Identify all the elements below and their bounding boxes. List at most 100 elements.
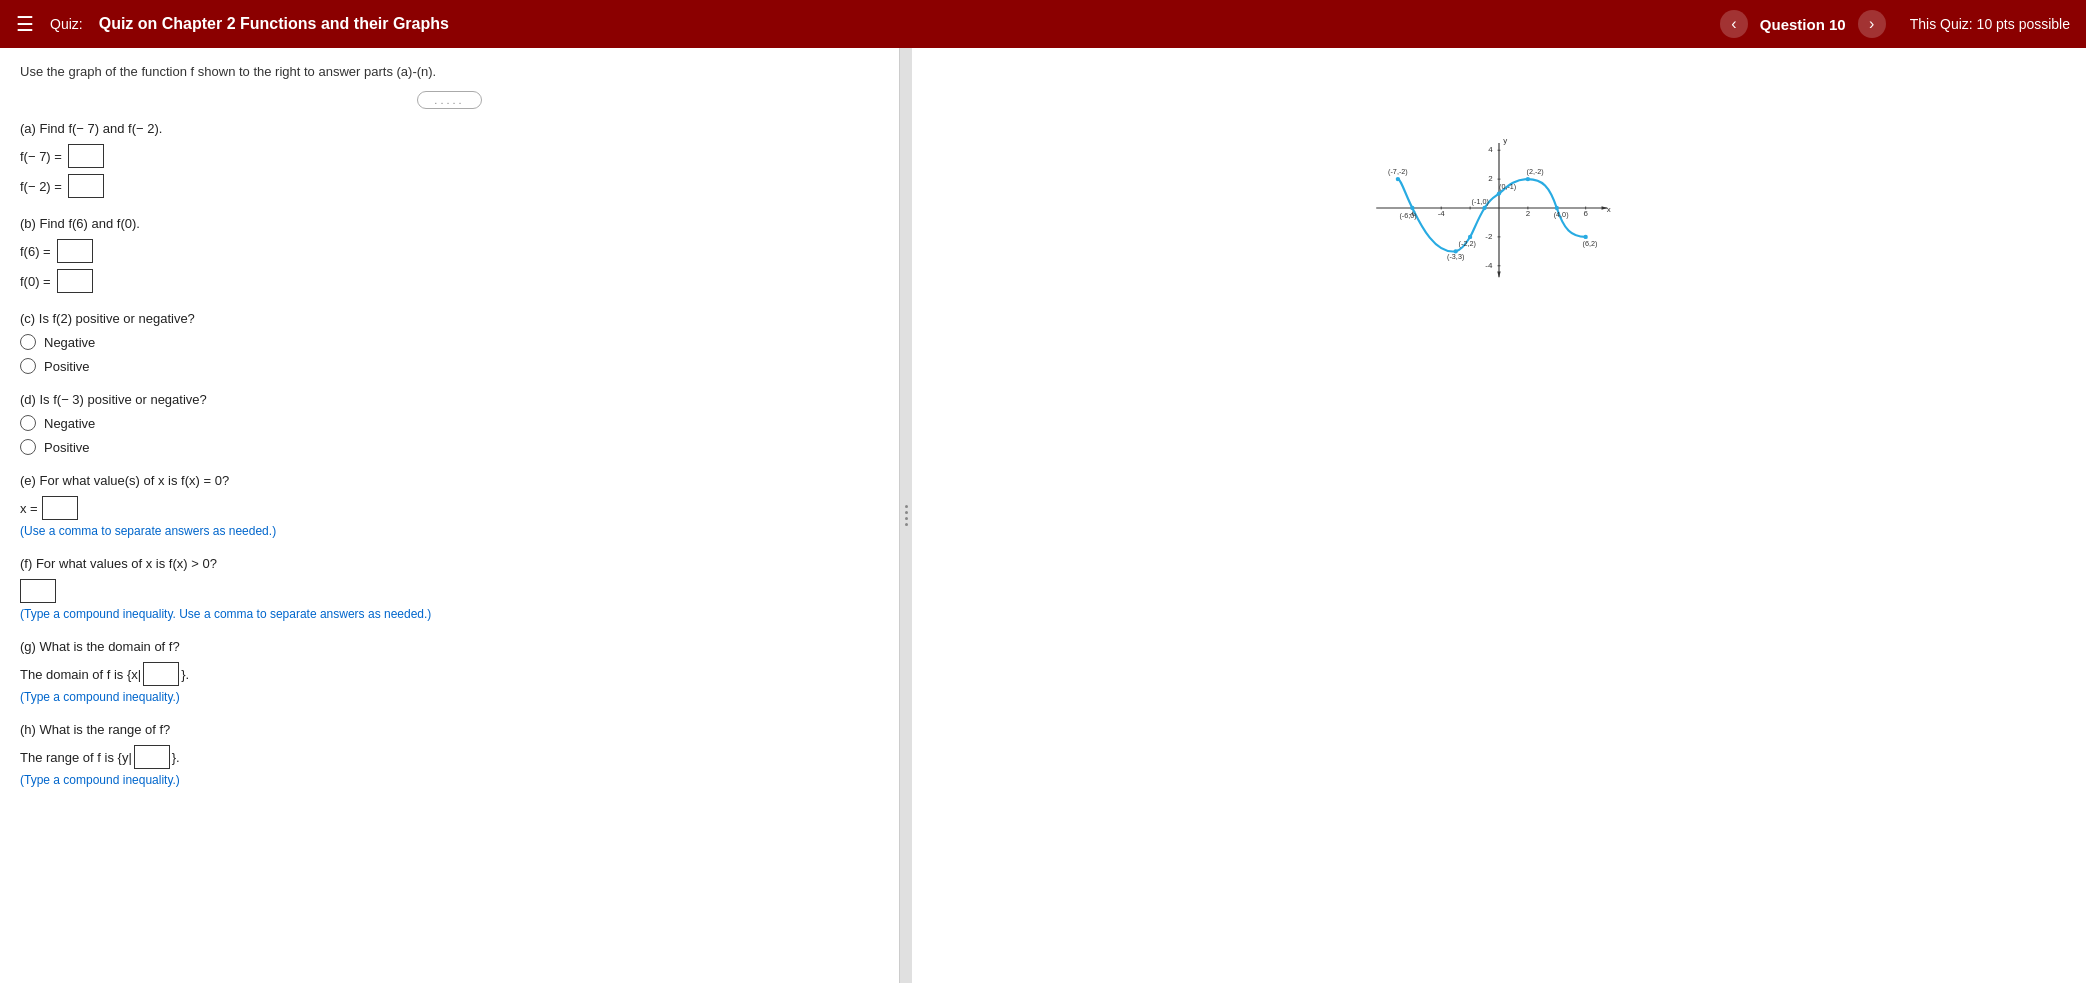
svg-text:(6,2): (6,2): [1583, 239, 1598, 248]
svg-text:(0,-1): (0,-1): [1499, 182, 1516, 191]
svg-text:(2,-2): (2,-2): [1526, 167, 1543, 176]
section-a-f-7-label: f(− 7) =: [20, 149, 62, 164]
section-h-hint: (Type a compound inequality.): [20, 773, 879, 787]
graph-container: -6 -4 2 6 x y 2 4 -2 -4: [1369, 68, 1629, 348]
quiz-title: Quiz on Chapter 2 Functions and their Gr…: [99, 15, 449, 33]
prev-question-button[interactable]: ‹: [1720, 10, 1748, 38]
quiz-label: Quiz:: [50, 16, 83, 32]
section-h-prefix: The range of f is {y|: [20, 750, 132, 765]
svg-point-28: [1482, 206, 1486, 210]
section-h-label: (h) What is the range of f?: [20, 722, 879, 737]
section-a-row2: f(− 2) =: [20, 174, 879, 198]
instructions-text: Use the graph of the function f shown to…: [20, 64, 879, 79]
next-question-button[interactable]: ›: [1858, 10, 1886, 38]
section-b-row1: f(6) =: [20, 239, 879, 263]
section-d-positive-label: Positive: [44, 440, 90, 455]
section-b: (b) Find f(6) and f(0). f(6) = f(0) =: [20, 216, 879, 293]
section-h-notation: The range of f is {y| }.: [20, 745, 879, 769]
header-nav: ‹ Question 10 › This Quiz: 10 pts possib…: [1720, 10, 2070, 38]
section-e-input-row: x =: [20, 496, 879, 520]
section-a-row1: f(− 7) =: [20, 144, 879, 168]
section-f-hint: (Type a compound inequality. Use a comma…: [20, 607, 879, 621]
section-d-radio-negative[interactable]: [20, 415, 36, 431]
left-panel: Use the graph of the function f shown to…: [0, 48, 900, 983]
svg-text:(4,0): (4,0): [1554, 210, 1569, 219]
section-g-notation: The domain of f is {x| }.: [20, 662, 879, 686]
section-d: (d) Is f(− 3) positive or negative? Nega…: [20, 392, 879, 455]
svg-text:2: 2: [1526, 209, 1531, 218]
section-c-negative-label: Negative: [44, 335, 95, 350]
menu-icon[interactable]: ☰: [16, 12, 34, 36]
section-c-option-negative[interactable]: Negative: [20, 334, 879, 350]
section-f-input-row: [20, 579, 879, 603]
section-e-hint: (Use a comma to separate answers as need…: [20, 524, 879, 538]
section-g-prefix: The domain of f is {x|: [20, 667, 141, 682]
section-c-radio-positive[interactable]: [20, 358, 36, 374]
section-d-radio-positive[interactable]: [20, 439, 36, 455]
question-label: Question 10: [1760, 16, 1846, 33]
section-f: (f) For what values of x is f(x) > 0? (T…: [20, 556, 879, 621]
svg-text:x: x: [1607, 205, 1611, 214]
section-a-f-2-label: f(− 2) =: [20, 179, 62, 194]
section-b-f6-input[interactable]: [57, 239, 93, 263]
svg-text:-4: -4: [1438, 209, 1446, 218]
svg-point-24: [1396, 177, 1400, 181]
section-a-f-2-input[interactable]: [68, 174, 104, 198]
svg-text:(-7,-2): (-7,-2): [1388, 167, 1408, 176]
section-c-positive-label: Positive: [44, 359, 90, 374]
section-d-option-positive[interactable]: Positive: [20, 439, 879, 455]
section-b-label: (b) Find f(6) and f(0).: [20, 216, 879, 231]
collapse-bar: .....: [20, 91, 879, 109]
svg-text:(-3,3): (-3,3): [1447, 252, 1464, 261]
collapse-dots[interactable]: .....: [417, 91, 481, 109]
svg-text:(-2,2): (-2,2): [1459, 239, 1476, 248]
right-panel: -6 -4 2 6 x y 2 4 -2 -4: [912, 48, 2086, 983]
svg-text:6: 6: [1583, 209, 1588, 218]
main-container: Use the graph of the function f shown to…: [0, 48, 2086, 983]
section-e-input[interactable]: [42, 496, 78, 520]
section-f-input[interactable]: [20, 579, 56, 603]
section-e-label: (e) For what value(s) of x is f(x) = 0?: [20, 473, 879, 488]
section-g-input[interactable]: [143, 662, 179, 686]
divider-dots-icon: [905, 505, 908, 526]
section-a-label: (a) Find f(− 7) and f(− 2).: [20, 121, 879, 136]
svg-point-30: [1526, 177, 1530, 181]
svg-text:(-6,0): (-6,0): [1399, 211, 1416, 220]
section-e: (e) For what value(s) of x is f(x) = 0? …: [20, 473, 879, 538]
svg-marker-3: [1497, 272, 1500, 278]
section-h-suffix: }.: [172, 750, 180, 765]
section-d-option-negative[interactable]: Negative: [20, 415, 879, 431]
section-b-f0-label: f(0) =: [20, 274, 51, 289]
svg-text:2: 2: [1488, 174, 1493, 183]
section-b-f6-label: f(6) =: [20, 244, 51, 259]
section-e-prefix: x =: [20, 501, 38, 516]
header: ☰ Quiz: Quiz on Chapter 2 Functions and …: [0, 0, 2086, 48]
section-c-radio-negative[interactable]: [20, 334, 36, 350]
section-g-hint: (Type a compound inequality.): [20, 690, 879, 704]
svg-point-29: [1497, 191, 1501, 195]
section-c-option-positive[interactable]: Positive: [20, 358, 879, 374]
function-graph: -6 -4 2 6 x y 2 4 -2 -4: [1369, 68, 1629, 348]
section-h: (h) What is the range of f? The range of…: [20, 722, 879, 787]
svg-text:(-1,0): (-1,0): [1472, 197, 1489, 206]
section-a: (a) Find f(− 7) and f(− 2). f(− 7) = f(−…: [20, 121, 879, 198]
section-f-label: (f) For what values of x is f(x) > 0?: [20, 556, 879, 571]
section-g-suffix: }.: [181, 667, 189, 682]
svg-text:-2: -2: [1485, 232, 1493, 241]
section-a-f-7-input[interactable]: [68, 144, 104, 168]
svg-text:-4: -4: [1485, 261, 1493, 270]
section-b-f0-input[interactable]: [57, 269, 93, 293]
section-c-label: (c) Is f(2) positive or negative?: [20, 311, 879, 326]
pts-label: This Quiz: 10 pts possible: [1910, 16, 2070, 32]
panel-divider[interactable]: [900, 48, 912, 983]
section-d-negative-label: Negative: [44, 416, 95, 431]
section-g: (g) What is the domain of f? The domain …: [20, 639, 879, 704]
section-b-row2: f(0) =: [20, 269, 879, 293]
section-d-label: (d) Is f(− 3) positive or negative?: [20, 392, 879, 407]
svg-point-25: [1410, 206, 1414, 210]
section-h-input[interactable]: [134, 745, 170, 769]
svg-text:y: y: [1503, 136, 1507, 145]
svg-text:4: 4: [1488, 145, 1493, 154]
section-g-label: (g) What is the domain of f?: [20, 639, 879, 654]
section-c: (c) Is f(2) positive or negative? Negati…: [20, 311, 879, 374]
